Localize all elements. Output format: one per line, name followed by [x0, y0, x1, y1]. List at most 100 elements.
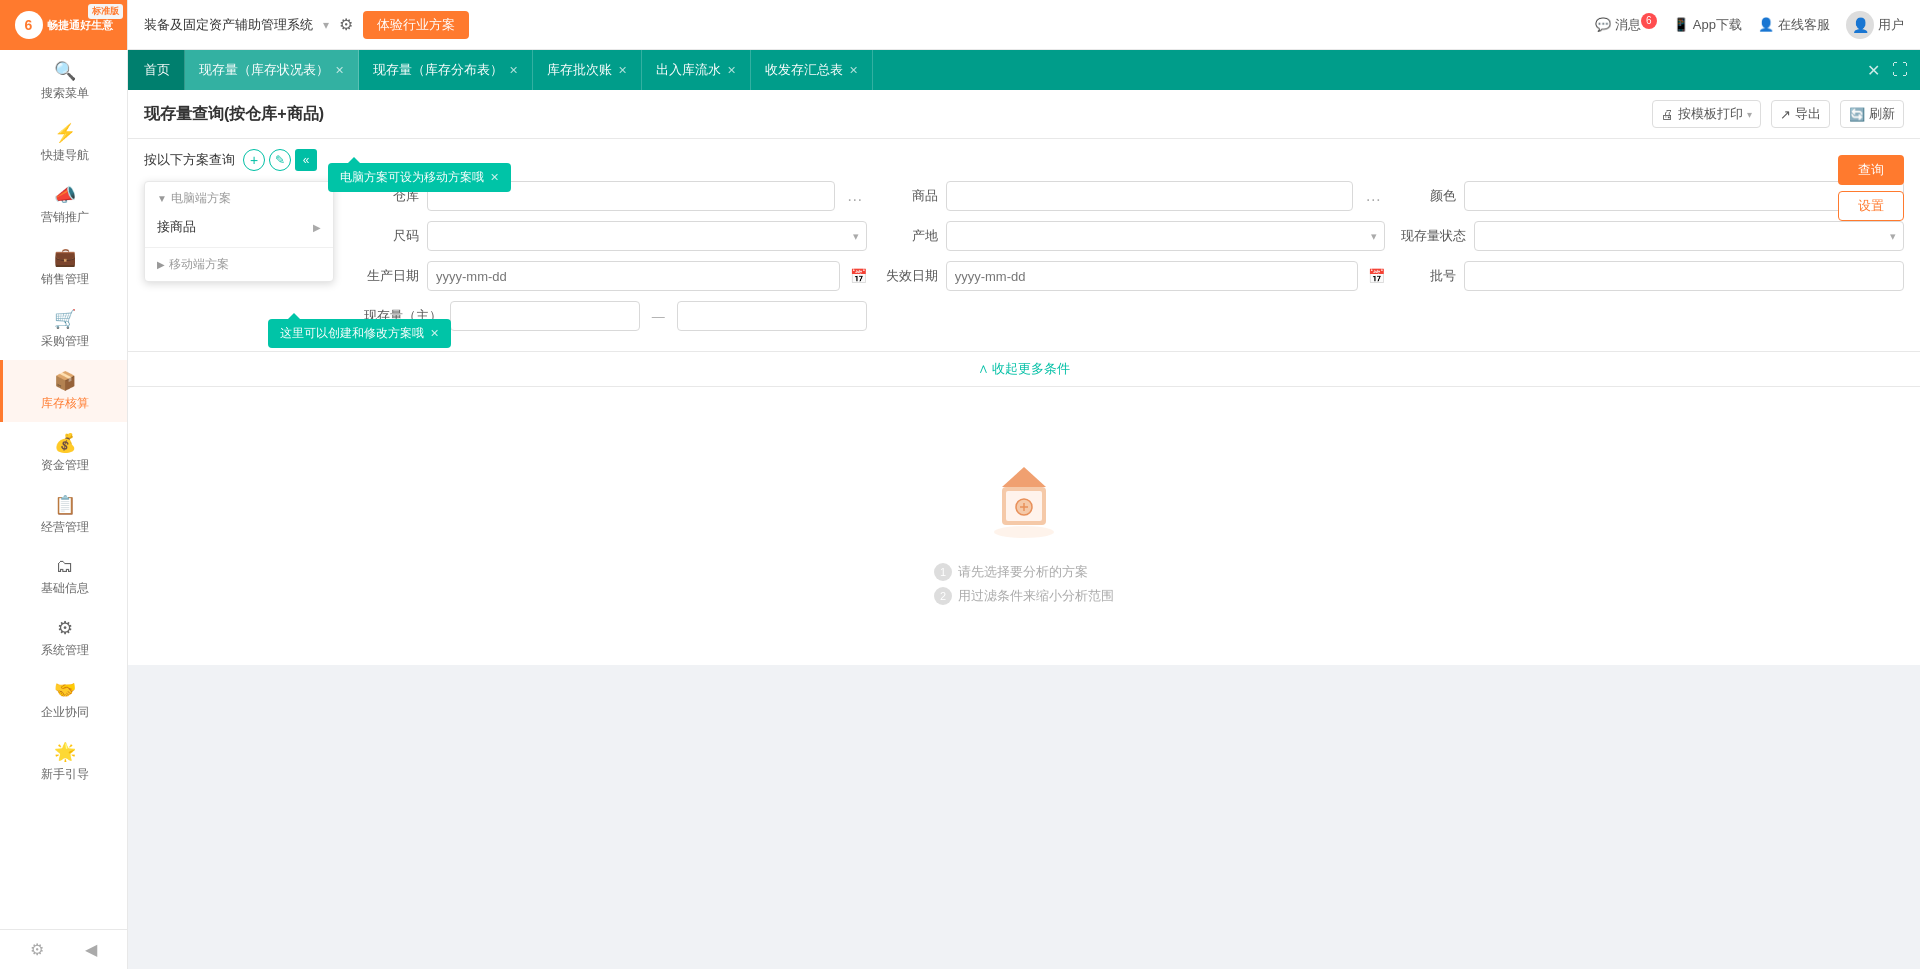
warehouse-dots[interactable]: … — [843, 187, 867, 205]
sidebar-item-system[interactable]: ⚙系统管理 — [0, 607, 127, 669]
tab-inventory-status[interactable]: 现存量（库存状况表） ✕ — [185, 50, 359, 90]
svg-point-0 — [994, 526, 1054, 538]
query-btn[interactable]: 查询 — [1838, 155, 1904, 185]
stock-main-end[interactable] — [677, 301, 867, 331]
message-btn[interactable]: 💬 消息 6 — [1595, 16, 1657, 34]
mobile-scheme-label: 移动端方案 — [169, 256, 229, 273]
refresh-btn[interactable]: 🔄 刷新 — [1840, 100, 1904, 128]
message-badge: 6 — [1641, 13, 1657, 29]
tab-recv-send-summary[interactable]: 收发存汇总表 ✕ — [751, 50, 873, 90]
sidebar-item-marketing[interactable]: 📣营销推广 — [0, 174, 127, 236]
sidebar-item-inventory[interactable]: 📦库存核算 — [0, 360, 127, 422]
mobile-scheme-group[interactable]: ▶ 移动端方案 — [145, 252, 333, 277]
origin-label: 产地 — [883, 227, 938, 245]
product-input-area[interactable] — [946, 181, 1354, 211]
expire-date-calendar-icon[interactable]: 📅 — [1368, 268, 1385, 284]
reset-btn[interactable]: 设置 — [1838, 191, 1904, 221]
tab-recv-send-summary-close[interactable]: ✕ — [849, 64, 858, 77]
filter-produce-date-row: 生产日期 📅 — [364, 261, 867, 291]
sidebar-label-search: 搜索菜单 — [41, 85, 89, 102]
sidebar-label-operations: 经营管理 — [41, 519, 89, 536]
sidebar-item-quick-nav[interactable]: ⚡快捷导航 — [0, 112, 127, 174]
industry-btn[interactable]: 体验行业方案 — [363, 11, 469, 39]
stock-main-start[interactable] — [450, 301, 640, 331]
sidebar-item-finance[interactable]: 💰资金管理 — [0, 422, 127, 484]
desktop-scheme-group[interactable]: ▼ 电脑端方案 — [145, 186, 333, 211]
tab-inventory-dist[interactable]: 现存量（库存分布表） ✕ — [359, 50, 533, 90]
tab-batch-account-close[interactable]: ✕ — [618, 64, 627, 77]
product-dots[interactable]: … — [1361, 187, 1385, 205]
collapse-arrow-icon: ▼ — [157, 193, 167, 204]
tab-home[interactable]: 首页 — [128, 50, 185, 90]
filter-stock-status-row: 现存量状态 — [1401, 221, 1904, 251]
tab-close-all-icon[interactable]: ✕ — [1863, 57, 1884, 84]
filter-header: 按以下方案查询 + ✎ « 电脑方案可设为移动方案哦 ✕ — [144, 149, 1904, 171]
sidebar-badge: 标准版 — [88, 4, 123, 19]
system-dropdown-arrow[interactable]: ▾ — [323, 18, 329, 32]
app-download-btn[interactable]: 📱 App下载 — [1673, 16, 1742, 34]
header-left: 装备及固定资产辅助管理系统 ▾ ⚙ 体验行业方案 — [144, 11, 469, 39]
stock-status-select[interactable] — [1474, 221, 1904, 251]
filter-row4: 现存量（主） — — [364, 301, 1904, 331]
export-btn[interactable]: ↗ 导出 — [1771, 100, 1830, 128]
sidebar-item-enterprise[interactable]: 🤝企业协同 — [0, 669, 127, 731]
sidebar-icon-sales: 💼 — [54, 246, 76, 268]
stock-status-select-wrap[interactable] — [1474, 221, 1904, 251]
size-select[interactable] — [427, 221, 867, 251]
online-service-btn[interactable]: 👤 在线客服 — [1758, 16, 1830, 34]
sidebar-item-purchase[interactable]: 🛒采购管理 — [0, 298, 127, 360]
edit-tooltip-close[interactable]: ✕ — [430, 327, 439, 340]
tab-fullscreen-icon[interactable]: ⛶ — [1888, 57, 1912, 83]
scheme-item-by-product[interactable]: 接商品 ▶ — [145, 211, 333, 243]
sidebar-logo: 6 畅捷通好生意 标准版 — [0, 0, 127, 50]
user-name: 用户 — [1878, 16, 1904, 34]
produce-date-start[interactable] — [427, 261, 840, 291]
expire-date-start[interactable] — [946, 261, 1359, 291]
origin-select-wrap[interactable] — [946, 221, 1386, 251]
collapse-sidebar-icon[interactable]: ◀ — [85, 940, 97, 959]
collapse-bar[interactable]: ∧ 收起更多条件 — [128, 352, 1920, 387]
sidebar-item-base-info[interactable]: 🗂基础信息 — [0, 546, 127, 607]
product-label: 商品 — [883, 187, 938, 205]
sidebar-item-newbie[interactable]: 🌟新手引导 — [0, 731, 127, 793]
back-scheme-btn[interactable]: « — [295, 149, 317, 171]
edit-scheme-btn[interactable]: ✎ — [269, 149, 291, 171]
page-content: 现存量查询(按仓库+商品) 🖨 按模板打印 ▾ ↗ 导出 🔄 刷新 — [128, 90, 1920, 969]
origin-select[interactable] — [946, 221, 1386, 251]
sidebar-icon-newbie: 🌟 — [54, 741, 76, 763]
sidebar-item-operations[interactable]: 📋经营管理 — [0, 484, 127, 546]
template-print-btn[interactable]: 🖨 按模板打印 ▾ — [1652, 100, 1761, 128]
empty-text: 1 请先选择要分析的方案 2 用过滤条件来缩小分析范围 — [934, 563, 1114, 605]
add-scheme-btn[interactable]: + — [243, 149, 265, 171]
size-select-wrap[interactable] — [427, 221, 867, 251]
tab-in-out-flow-close[interactable]: ✕ — [727, 64, 736, 77]
print-icon: 🖨 — [1661, 107, 1674, 122]
sidebar-icon-finance: 💰 — [54, 432, 76, 454]
tabs-bar: 首页 现存量（库存状况表） ✕ 现存量（库存分布表） ✕ 库存批次账 ✕ 出入库… — [128, 50, 1920, 90]
header-gear-icon[interactable]: ⚙ — [339, 15, 353, 34]
scheme-item-label: 接商品 — [157, 218, 196, 236]
system-name: 装备及固定资产辅助管理系统 — [144, 16, 313, 34]
settings-icon[interactable]: ⚙ — [30, 940, 44, 959]
user-avatar: 👤 — [1846, 11, 1874, 39]
sidebar-label-inventory: 库存核算 — [41, 395, 89, 412]
tab-inventory-dist-close[interactable]: ✕ — [509, 64, 518, 77]
logo-text: 畅捷通好生意 — [47, 18, 113, 32]
filter-expire-date-row: 失效日期 📅 — [883, 261, 1386, 291]
batch-input[interactable] — [1464, 261, 1904, 291]
tab-batch-account[interactable]: 库存批次账 ✕ — [533, 50, 642, 90]
phone-icon: 📱 — [1673, 17, 1689, 32]
page-title-bar: 现存量查询(按仓库+商品) 🖨 按模板打印 ▾ ↗ 导出 🔄 刷新 — [128, 90, 1920, 139]
scheme-tooltip-close[interactable]: ✕ — [490, 171, 499, 184]
tab-in-out-flow[interactable]: 出入库流水 ✕ — [642, 50, 751, 90]
tabs-end-btns: ✕ ⛶ — [1863, 57, 1920, 84]
tab-inventory-status-close[interactable]: ✕ — [335, 64, 344, 77]
produce-date-calendar-icon[interactable]: 📅 — [850, 268, 867, 284]
header-right: 💬 消息 6 📱 App下载 👤 在线客服 👤 用户 — [1595, 11, 1904, 39]
sidebar-item-sales[interactable]: 💼销售管理 — [0, 236, 127, 298]
sidebar-icon-enterprise: 🤝 — [54, 679, 76, 701]
svg-marker-3 — [1002, 467, 1046, 487]
user-area[interactable]: 👤 用户 — [1846, 11, 1904, 39]
sidebar-item-search[interactable]: 🔍搜索菜单 — [0, 50, 127, 112]
sidebar-icon-quick-nav: ⚡ — [54, 122, 76, 144]
